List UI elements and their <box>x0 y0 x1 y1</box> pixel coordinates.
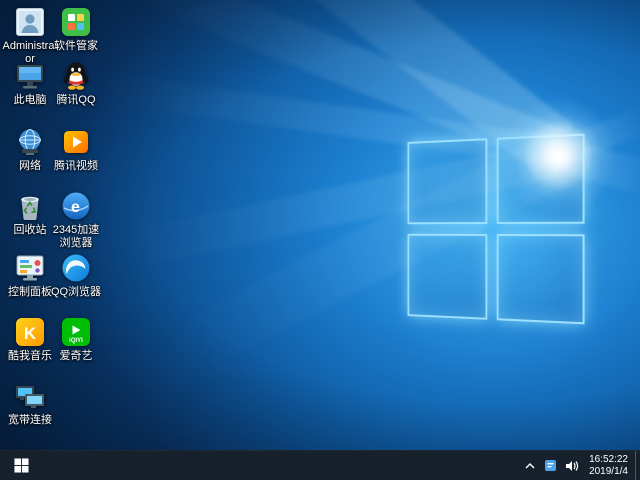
qq-penguin-icon <box>63 62 89 90</box>
clock-date: 2019/1/4 <box>589 465 628 477</box>
windows-logo-pane <box>496 133 585 224</box>
taskbar: 16:52:22 2019/1/4 <box>0 450 640 480</box>
desktop[interactable]: Administrator 此电脑 网络 回收站 控制面板 K 酷我音乐 宽带连… <box>0 0 640 480</box>
light-beam <box>112 0 575 174</box>
system-tray: 16:52:22 2019/1/4 <box>519 450 640 480</box>
desktop-icon-tencent-video[interactable]: 腾讯视频 <box>48 126 104 173</box>
chevron-up-icon <box>525 462 535 468</box>
desktop-icon-2345-browser[interactable]: e 2345加速浏览器 <box>48 190 104 250</box>
browser-e-glyph: e <box>71 199 80 216</box>
windows-logo-pane <box>407 138 488 225</box>
iqiyi-logo-glyph: iQIYI <box>69 338 83 344</box>
windows-logo-pane <box>407 233 488 320</box>
desktop-icon-label: 爱奇艺 <box>59 350 93 362</box>
speaker-icon <box>565 460 578 471</box>
desktop-icon-label: 腾讯视频 <box>54 160 98 172</box>
light-beam <box>551 103 640 166</box>
desktop-icon-iqiyi[interactable]: iQIYI 爱奇艺 <box>48 316 104 363</box>
tencent-video-icon <box>64 131 88 153</box>
clock-time: 16:52:22 <box>589 453 628 465</box>
iqiyi-icon: iQIYI <box>62 318 90 346</box>
desktop-icon-qq-browser[interactable]: QQ浏览器 <box>48 252 104 299</box>
software-manager-icon <box>62 8 90 36</box>
broadband-connection-icon <box>16 386 44 408</box>
network-globe-icon <box>19 129 41 155</box>
kuwo-music-icon: K <box>16 318 44 346</box>
light-beam <box>28 0 564 169</box>
taskbar-clock[interactable]: 16:52:22 2019/1/4 <box>582 454 635 478</box>
show-desktop-button[interactable] <box>635 450 640 480</box>
user-account-icon <box>16 8 44 36</box>
windows-logo-pane <box>496 234 585 325</box>
desktop-icon-label: QQ浏览器 <box>50 286 102 298</box>
desktop-icon-label: 软件管家 <box>54 40 98 52</box>
desktop-icon-label: 2345加速浏览器 <box>52 224 100 249</box>
kuwo-letter-glyph: K <box>24 324 37 343</box>
desktop-icon-label: 腾讯QQ <box>56 94 96 106</box>
control-panel-icon <box>16 255 44 281</box>
desktop-icon-software-manager[interactable]: 软件管家 <box>48 6 104 53</box>
2345-browser-icon: e <box>62 192 90 220</box>
light-flare-core <box>520 118 596 194</box>
tray-app-icon <box>545 460 557 471</box>
light-flare <box>498 96 618 216</box>
desktop-icon-tencent-qq[interactable]: 腾讯QQ <box>48 60 104 107</box>
light-beam <box>551 138 640 201</box>
tray-expand-button[interactable] <box>519 451 540 480</box>
qq-browser-icon <box>62 254 90 282</box>
windows-logo-glow <box>340 80 640 380</box>
computer-monitor-icon <box>17 65 43 89</box>
recycle-bin-icon <box>21 196 39 220</box>
windows-logo <box>407 133 585 325</box>
volume-button[interactable] <box>561 451 582 480</box>
desktop-icon-label: 宽带连接 <box>8 414 52 426</box>
desktop-icon-broadband-connection[interactable]: 宽带连接 <box>2 380 58 427</box>
light-beam <box>79 135 569 422</box>
tray-app-button[interactable] <box>540 451 561 480</box>
start-button[interactable] <box>0 451 42 480</box>
windows-start-icon <box>13 458 29 473</box>
